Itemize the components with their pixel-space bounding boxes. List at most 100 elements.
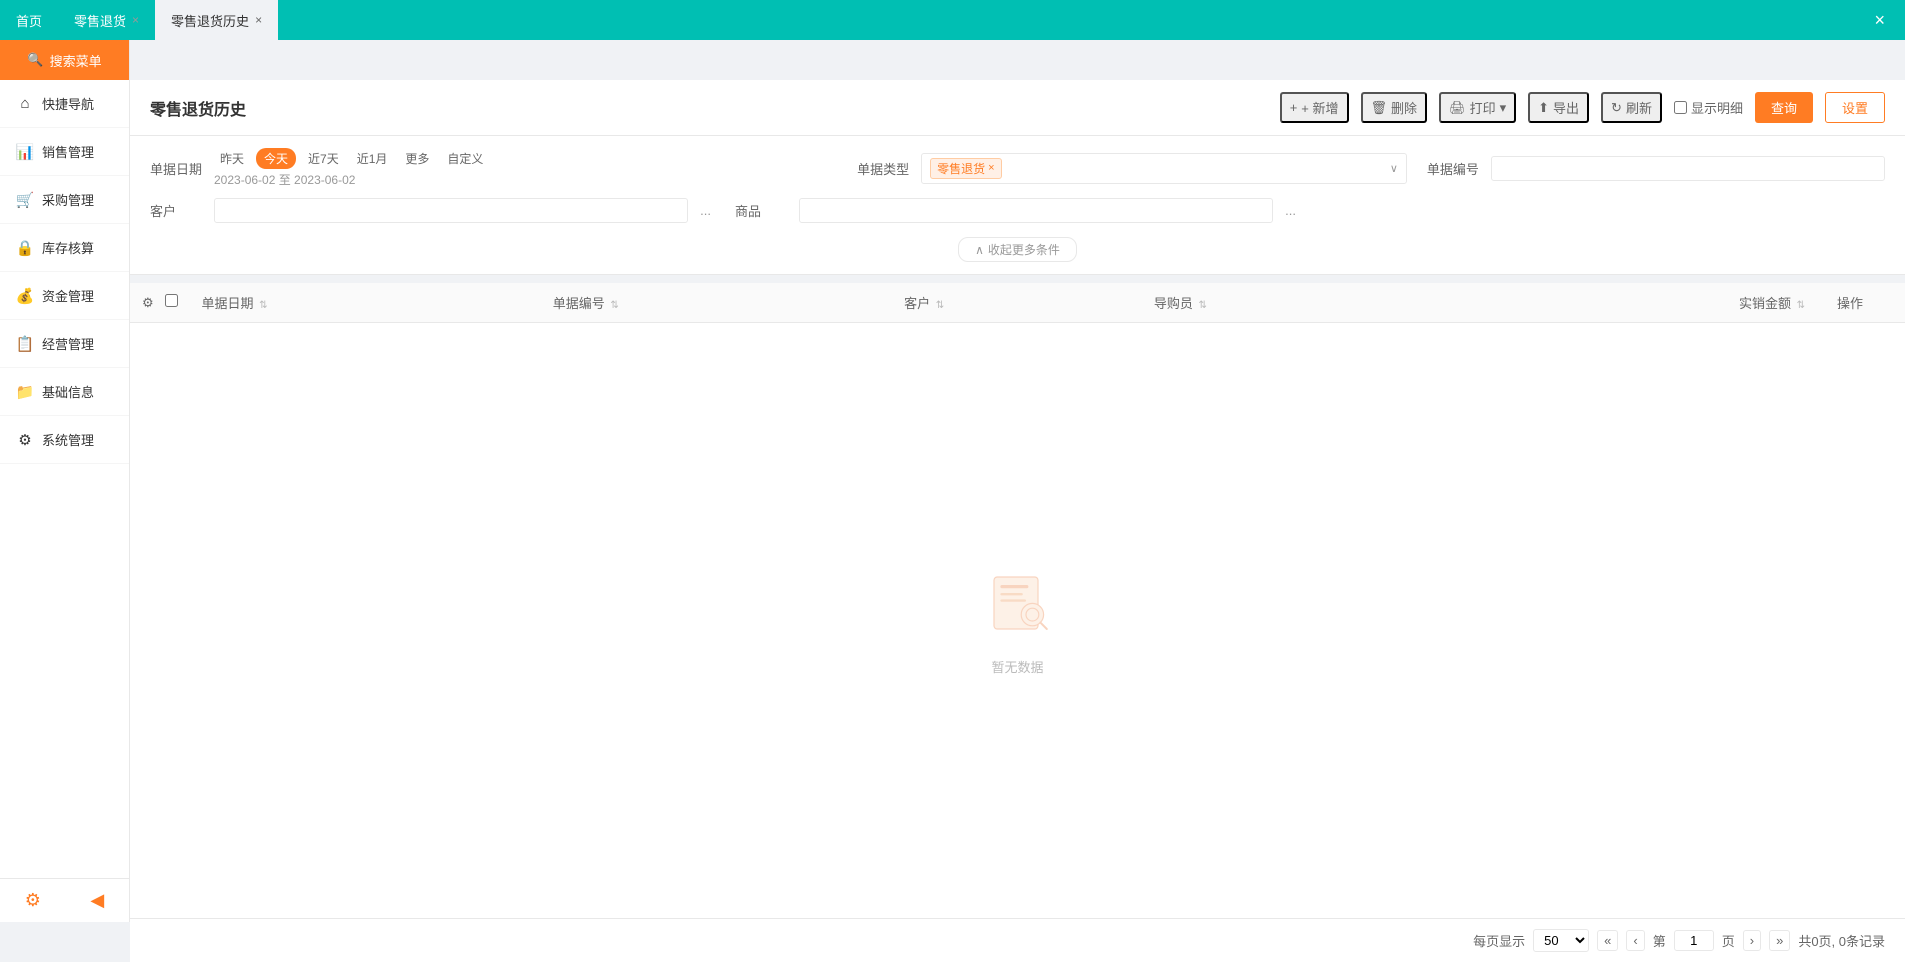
setting-button[interactable]: 设置 bbox=[1825, 92, 1885, 123]
search-icon: 🔍 bbox=[27, 52, 43, 68]
date-btn-yesterday[interactable]: 昨天 bbox=[214, 148, 250, 169]
tab-home[interactable]: 首页 bbox=[0, 0, 58, 40]
sidebar-item-operations-mgmt[interactable]: 📋 经营管理 bbox=[0, 320, 129, 368]
delete-icon: 🗑 bbox=[1371, 100, 1388, 116]
selected-type-tag: 零售退货 × bbox=[930, 158, 1001, 179]
operations-icon: 📋 bbox=[16, 335, 34, 353]
selected-type-text: 零售退货 bbox=[937, 160, 985, 177]
table-th-checkbox: ⚙ bbox=[130, 283, 190, 323]
date-filter-label: 单据日期 bbox=[150, 159, 206, 178]
show-detail-checkbox[interactable] bbox=[1674, 101, 1687, 114]
sidebar-item-sales-label: 销售管理 bbox=[42, 142, 94, 161]
filter-area: 单据日期 昨天 今天 近7天 近1月 更多 自定义 2023-06-02 至 2… bbox=[130, 136, 1905, 275]
sidebar-item-finance-mgmt[interactable]: 💰 资金管理 bbox=[0, 272, 129, 320]
sidebar-item-sales-mgmt[interactable]: 📊 销售管理 bbox=[0, 128, 129, 176]
delete-button[interactable]: 🗑 删除 bbox=[1361, 92, 1428, 123]
voucher-filter-label: 单据编号 bbox=[1427, 159, 1483, 178]
type-filter-label: 单据类型 bbox=[857, 159, 913, 178]
goods-ellipsis-btn[interactable]: ... bbox=[1281, 199, 1300, 222]
filter-item-customer: 客户 ... bbox=[150, 198, 715, 223]
filter-item-voucher: 单据编号 bbox=[1427, 156, 1885, 181]
date-btn-more[interactable]: 更多 bbox=[399, 148, 435, 169]
type-tag-close[interactable]: × bbox=[988, 162, 994, 174]
page-input[interactable] bbox=[1674, 930, 1714, 951]
date-btn-today[interactable]: 今天 bbox=[256, 148, 296, 169]
setting-button-label: 设置 bbox=[1842, 101, 1868, 116]
type-select[interactable]: 零售退货 × ∨ bbox=[921, 153, 1407, 184]
page-size-label: 每页显示 bbox=[1473, 931, 1525, 950]
collapse-row: ∧ 收起更多条件 bbox=[150, 233, 1885, 262]
first-page-button[interactable]: « bbox=[1597, 930, 1618, 951]
gear-icon[interactable]: ⚙ bbox=[142, 295, 154, 310]
date-sort-icon[interactable]: ⇅ bbox=[259, 300, 267, 311]
customer-ellipsis-btn[interactable]: ... bbox=[696, 199, 715, 222]
collapse-up-icon: ∧ bbox=[975, 243, 984, 257]
tab-retail-return-close[interactable]: × bbox=[132, 13, 139, 27]
collapse-label: 收起更多条件 bbox=[988, 241, 1060, 258]
customer-filter-label: 客户 bbox=[150, 201, 206, 220]
refresh-button[interactable]: ↻ 刷新 bbox=[1601, 92, 1662, 123]
sidebar-item-system-mgmt-label: 系统管理 bbox=[42, 430, 94, 449]
sidebar-item-inventory[interactable]: 🔒 库存核算 bbox=[0, 224, 129, 272]
guide-sort-icon[interactable]: ⇅ bbox=[1199, 300, 1207, 311]
tab-retail-return-history[interactable]: 零售退货历史 × bbox=[155, 0, 278, 40]
goods-filter-label: 商品 bbox=[735, 201, 791, 220]
top-bar-close[interactable]: × bbox=[1874, 10, 1905, 31]
settings-bottom-icon[interactable]: ⚙ bbox=[25, 890, 41, 911]
next-page-button[interactable]: › bbox=[1743, 930, 1761, 951]
inventory-icon: 🔒 bbox=[16, 239, 34, 257]
customer-input[interactable] bbox=[214, 198, 688, 223]
show-detail-checkbox-label[interactable]: 显示明细 bbox=[1674, 98, 1743, 117]
goods-input[interactable] bbox=[799, 198, 1273, 223]
new-button[interactable]: + + 新增 bbox=[1280, 92, 1349, 123]
table-area: ⚙ 单据日期 ⇅ 单据编号 ⇅ 客户 bbox=[130, 283, 1905, 918]
sidebar-item-system-mgmt[interactable]: ⚙ 系统管理 bbox=[0, 416, 129, 464]
page-size-select[interactable]: 50 10 20 100 bbox=[1533, 929, 1589, 952]
last-page-button[interactable]: » bbox=[1769, 930, 1790, 951]
sidebar-item-operations-label: 经营管理 bbox=[42, 334, 94, 353]
tab-retail-return[interactable]: 零售退货 × bbox=[58, 0, 155, 40]
sidebar-item-purchase-mgmt[interactable]: 🛒 采购管理 bbox=[0, 176, 129, 224]
purchase-icon: 🛒 bbox=[16, 191, 34, 209]
system-mgmt-icon: ⚙ bbox=[16, 431, 34, 449]
table-th-actions: 操作 bbox=[1825, 283, 1905, 323]
quick-nav-icon: ⌂ bbox=[16, 95, 34, 113]
tab-retail-return-history-label: 零售退货历史 bbox=[171, 11, 249, 30]
collapse-button[interactable]: ∧ 收起更多条件 bbox=[958, 237, 1077, 262]
date-btn-1month[interactable]: 近1月 bbox=[351, 148, 394, 169]
voucher-input[interactable] bbox=[1491, 156, 1885, 181]
voucher-sort-icon[interactable]: ⇅ bbox=[610, 300, 618, 311]
customer-sort-icon[interactable]: ⇅ bbox=[936, 300, 944, 311]
finance-icon: 💰 bbox=[16, 287, 34, 305]
print-button[interactable]: 🖨 打印 ▾ bbox=[1439, 92, 1516, 123]
empty-state: 暂无数据 bbox=[130, 323, 1905, 918]
sidebar-item-purchase-label: 采购管理 bbox=[42, 190, 94, 209]
sales-icon: 📊 bbox=[16, 143, 34, 161]
sidebar-search-label: 搜索菜单 bbox=[50, 51, 102, 70]
sidebar-search[interactable]: 🔍 搜索菜单 bbox=[0, 40, 129, 80]
total-info: 共0页, 0条记录 bbox=[1798, 931, 1885, 950]
table-header: ⚙ 单据日期 ⇅ 单据编号 ⇅ 客户 bbox=[130, 283, 1905, 323]
query-button[interactable]: 查询 bbox=[1755, 92, 1813, 123]
basic-info-icon: 📁 bbox=[16, 383, 34, 401]
empty-icon bbox=[978, 565, 1058, 645]
sidebar-item-quick-nav[interactable]: ⌂ 快捷导航 bbox=[0, 80, 129, 128]
show-detail-label: 显示明细 bbox=[1691, 98, 1743, 117]
top-bar: 首页 零售退货 × 零售退货历史 × × bbox=[0, 0, 1905, 40]
amount-sort-icon[interactable]: ⇅ bbox=[1797, 300, 1805, 311]
export-button[interactable]: ⬆ 导出 bbox=[1528, 92, 1589, 123]
select-all-checkbox[interactable] bbox=[165, 294, 178, 307]
date-buttons: 昨天 今天 近7天 近1月 更多 自定义 bbox=[214, 148, 489, 169]
table-th-date: 单据日期 ⇅ bbox=[190, 283, 541, 323]
page-header: 零售退货历史 + + 新增 🗑 删除 🖨 打印 ▾ ⬆ 导出 ↻ 刷新 bbox=[130, 80, 1905, 136]
tab-retail-return-history-close[interactable]: × bbox=[255, 13, 262, 27]
page-label: 第 bbox=[1653, 931, 1666, 950]
collapse-sidebar-icon[interactable]: ◀ bbox=[90, 890, 104, 911]
prev-page-button[interactable]: ‹ bbox=[1626, 930, 1644, 951]
divider bbox=[130, 275, 1905, 283]
date-btn-7days[interactable]: 近7天 bbox=[302, 148, 345, 169]
print-dropdown-icon: ▾ bbox=[1500, 100, 1507, 116]
sidebar-item-basic-info[interactable]: 📁 基础信息 bbox=[0, 368, 129, 416]
date-btn-custom[interactable]: 自定义 bbox=[441, 148, 489, 169]
page-unit: 页 bbox=[1722, 931, 1735, 950]
